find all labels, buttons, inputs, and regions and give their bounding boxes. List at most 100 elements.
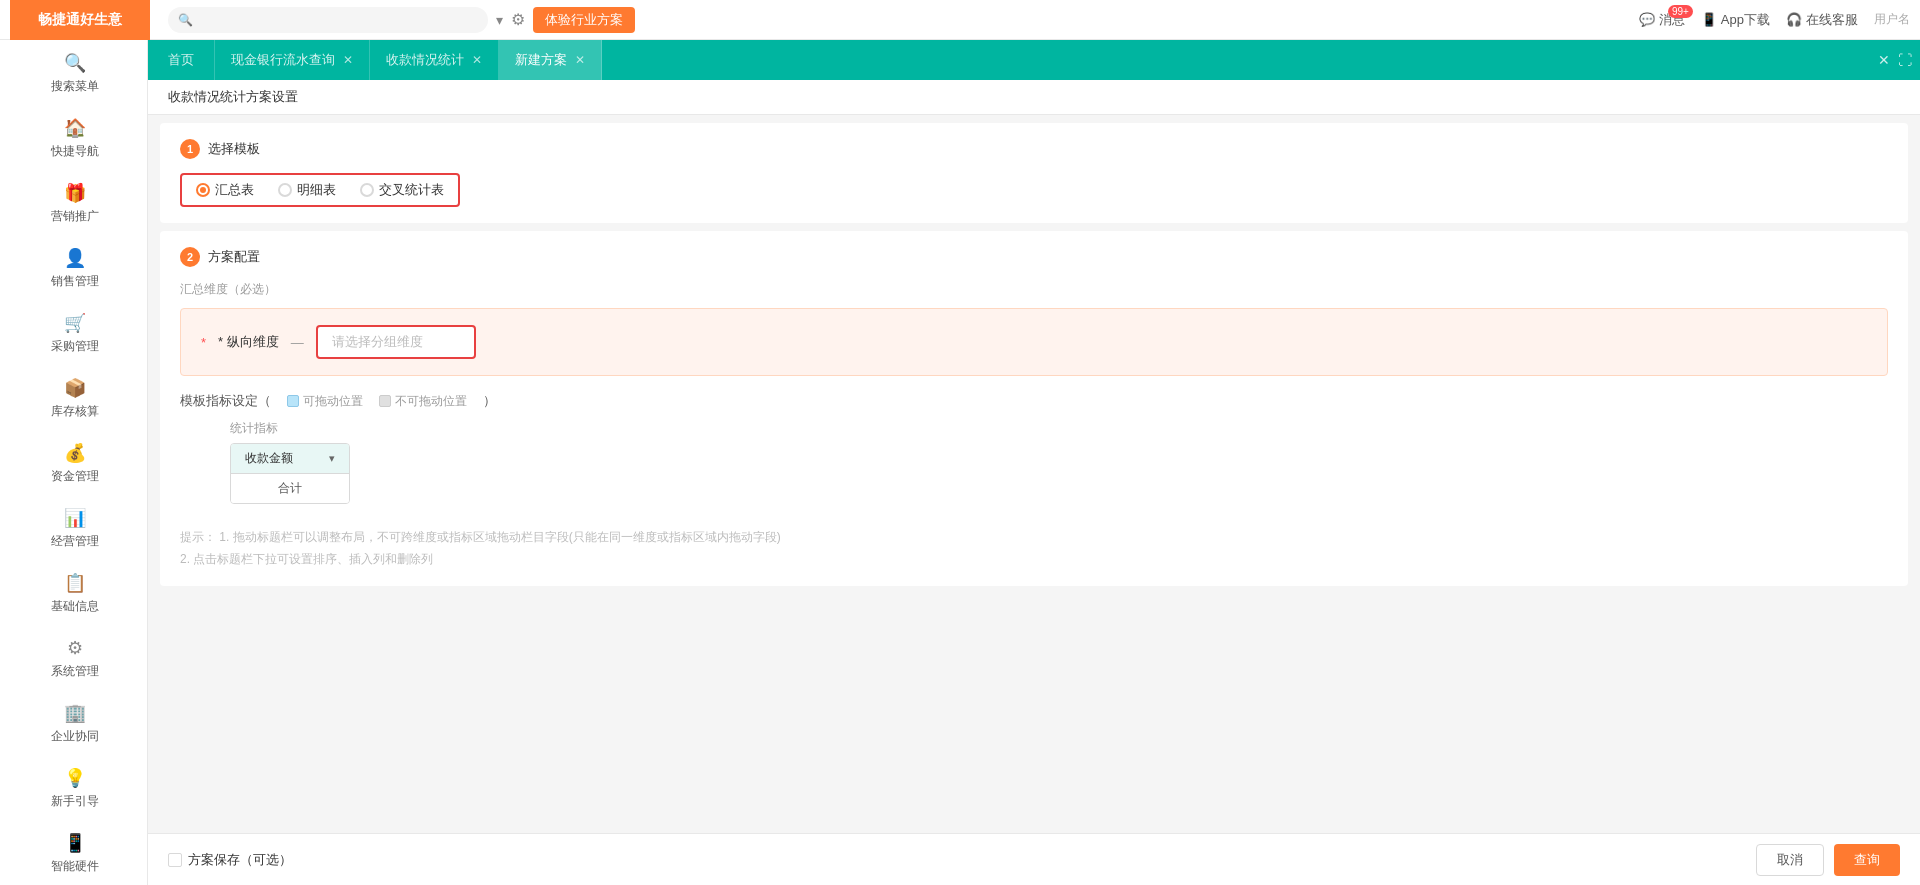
tab-home[interactable]: 首页 bbox=[148, 40, 215, 80]
download-icon: 📱 bbox=[1701, 12, 1717, 27]
indicators-section: 模板指标设定（ 可拖动位置 不可拖动位置 ） 统计指标 bbox=[180, 392, 1888, 507]
tab-new-plan[interactable]: 新建方案 ✕ bbox=[499, 40, 602, 80]
system-icon: ⚙ bbox=[67, 637, 83, 659]
sidebar-item-inventory[interactable]: 📦 库存核算 bbox=[0, 365, 147, 430]
radio-cross[interactable]: 交叉统计表 bbox=[360, 181, 444, 199]
tab-bar: 首页 现金银行流水查询 ✕ 收款情况统计 ✕ 新建方案 ✕ ✕ ⛶ bbox=[148, 40, 1920, 80]
step2-circle: 2 bbox=[180, 247, 200, 267]
statistics-label: 统计指标 bbox=[230, 420, 1888, 437]
top-bar-right: 💬 消息 99+ 📱 App下载 🎧 在线客服 用户名 bbox=[1639, 11, 1910, 29]
vertical-dim-label: * 纵向维度 bbox=[218, 333, 279, 351]
sales-icon: 👤 bbox=[64, 247, 86, 269]
tab-receipts-close[interactable]: ✕ bbox=[472, 53, 482, 67]
enterprise-icon: 🏢 bbox=[64, 702, 86, 724]
sidebar-label: 经营管理 bbox=[51, 533, 99, 550]
template-radio-group: 汇总表 明细表 交叉统计表 bbox=[180, 173, 460, 207]
sidebar-label: 资金管理 bbox=[51, 468, 99, 485]
sidebar-item-system[interactable]: ⚙ 系统管理 bbox=[0, 625, 147, 690]
sidebar-label: 库存核算 bbox=[51, 403, 99, 420]
sidebar-item-search-menu[interactable]: 🔍 搜索菜单 bbox=[0, 40, 147, 105]
tab-bar-actions: ✕ ⛶ bbox=[1878, 52, 1920, 68]
save-label: 方案保存（可选） bbox=[188, 851, 292, 869]
radio-detail[interactable]: 明细表 bbox=[278, 181, 336, 199]
tab-receipts[interactable]: 收款情况统计 ✕ bbox=[370, 40, 499, 80]
tab-cashflow-close[interactable]: ✕ bbox=[343, 53, 353, 67]
tab-close-all-icon[interactable]: ✕ bbox=[1878, 52, 1890, 68]
sidebar: 🔍 搜索菜单 🏠 快捷导航 🎁 营销推广 👤 销售管理 🛒 采购管理 📦 库存核… bbox=[0, 40, 148, 885]
sidebar-item-purchase[interactable]: 🛒 采购管理 bbox=[0, 300, 147, 365]
indicator-header[interactable]: 收款金额 ▾ bbox=[231, 444, 349, 474]
radio-summary-dot bbox=[196, 183, 210, 197]
message-badge: 99+ bbox=[1668, 5, 1693, 18]
app-logo: 畅捷通好生意 bbox=[10, 0, 150, 40]
cancel-button[interactable]: 取消 bbox=[1756, 844, 1824, 876]
template-section: 1 选择模板 汇总表 明细表 交叉统计表 bbox=[160, 123, 1908, 223]
gear-icon[interactable]: ⚙ bbox=[511, 10, 525, 29]
tab-expand-icon[interactable]: ⛶ bbox=[1898, 52, 1912, 68]
save-option: 方案保存（可选） bbox=[168, 851, 292, 869]
plan-config-section: 2 方案配置 汇总维度（必选） * * 纵向维度 — 请选择分组维度 bbox=[160, 231, 1908, 586]
sidebar-item-hardware[interactable]: 📱 智能硬件 bbox=[0, 820, 147, 885]
sidebar-item-guide[interactable]: 💡 新手引导 bbox=[0, 755, 147, 820]
step1-circle: 1 bbox=[180, 139, 200, 159]
messages-btn[interactable]: 💬 消息 99+ bbox=[1639, 11, 1685, 29]
sidebar-item-marketing[interactable]: 🎁 营销推广 bbox=[0, 170, 147, 235]
indicator-total-row: 合计 bbox=[231, 474, 349, 503]
hardware-icon: 📱 bbox=[64, 832, 86, 854]
sidebar-label: 快捷导航 bbox=[51, 143, 99, 160]
page-content: 收款情况统计方案设置 1 选择模板 汇总表 明细表 bbox=[148, 80, 1920, 885]
sidebar-item-enterprise[interactable]: 🏢 企业协同 bbox=[0, 690, 147, 755]
guide-icon: 💡 bbox=[64, 767, 86, 789]
basic-info-icon: 📋 bbox=[64, 572, 86, 594]
dimension-select[interactable]: 请选择分组维度 bbox=[316, 325, 476, 359]
support-icon: 🎧 bbox=[1786, 12, 1802, 27]
vertical-dimension-row: * * 纵向维度 — 请选择分组维度 bbox=[201, 325, 1867, 359]
sidebar-label: 企业协同 bbox=[51, 728, 99, 745]
purchase-icon: 🛒 bbox=[64, 312, 86, 334]
sidebar-item-finance[interactable]: 💰 资金管理 bbox=[0, 430, 147, 495]
top-bar: 畅捷通好生意 🔍 ▾ ⚙ 体验行业方案 💬 消息 99+ 📱 App下载 🎧 在… bbox=[0, 0, 1920, 40]
step2-title: 方案配置 bbox=[208, 248, 260, 266]
marketing-icon: 🎁 bbox=[64, 182, 86, 204]
step1-title: 选择模板 bbox=[208, 140, 260, 158]
sidebar-item-sales[interactable]: 👤 销售管理 bbox=[0, 235, 147, 300]
sidebar-label: 新手引导 bbox=[51, 793, 99, 810]
non-draggable-dot bbox=[379, 395, 391, 407]
dimension-label: 汇总维度（必选） bbox=[180, 281, 1888, 298]
hint-1: 提示： 1. 拖动标题栏可以调整布局，不可跨维度或指标区域拖动栏目字段(只能在同… bbox=[180, 527, 1888, 549]
sidebar-item-basic-info[interactable]: 📋 基础信息 bbox=[0, 560, 147, 625]
sidebar-label: 搜索菜单 bbox=[51, 78, 99, 95]
bottom-bar: 方案保存（可选） 取消 查询 bbox=[148, 833, 1920, 885]
step1-label: 1 选择模板 bbox=[180, 139, 1888, 159]
save-checkbox[interactable] bbox=[168, 853, 182, 867]
content-area: 首页 现金银行流水查询 ✕ 收款情况统计 ✕ 新建方案 ✕ ✕ ⛶ 收 bbox=[148, 40, 1920, 885]
operation-icon: 📊 bbox=[64, 507, 86, 529]
user-info[interactable]: 用户名 bbox=[1874, 11, 1910, 28]
sidebar-label: 系统管理 bbox=[51, 663, 99, 680]
dimension-area: * * 纵向维度 — 请选择分组维度 bbox=[180, 308, 1888, 376]
radio-summary[interactable]: 汇总表 bbox=[196, 181, 254, 199]
main-layout: 🔍 搜索菜单 🏠 快捷导航 🎁 营销推广 👤 销售管理 🛒 采购管理 📦 库存核… bbox=[0, 40, 1920, 885]
sidebar-item-quick-nav[interactable]: 🏠 快捷导航 bbox=[0, 105, 147, 170]
sidebar-item-operation[interactable]: 📊 经营管理 bbox=[0, 495, 147, 560]
radio-cross-dot bbox=[360, 183, 374, 197]
search-icon: 🔍 bbox=[178, 13, 193, 27]
quick-nav-icon: 🏠 bbox=[64, 117, 86, 139]
tab-new-plan-close[interactable]: ✕ bbox=[575, 53, 585, 67]
sidebar-label: 销售管理 bbox=[51, 273, 99, 290]
industry-btn[interactable]: 体验行业方案 bbox=[533, 7, 635, 33]
page-header: 收款情况统计方案设置 bbox=[148, 80, 1920, 115]
support-btn[interactable]: 🎧 在线客服 bbox=[1786, 11, 1858, 29]
chevron-down-icon[interactable]: ▾ bbox=[329, 452, 335, 465]
download-btn[interactable]: 📱 App下载 bbox=[1701, 11, 1770, 29]
query-button[interactable]: 查询 bbox=[1834, 844, 1900, 876]
down-arrow-icon[interactable]: ▾ bbox=[496, 12, 503, 28]
bottom-actions: 取消 查询 bbox=[1756, 844, 1900, 876]
sidebar-label: 采购管理 bbox=[51, 338, 99, 355]
tab-cashflow[interactable]: 现金银行流水查询 ✕ bbox=[215, 40, 370, 80]
inventory-icon: 📦 bbox=[64, 377, 86, 399]
radio-detail-dot bbox=[278, 183, 292, 197]
breadcrumb: 收款情况统计方案设置 bbox=[168, 89, 298, 104]
draggable-dot bbox=[287, 395, 299, 407]
sidebar-label: 营销推广 bbox=[51, 208, 99, 225]
